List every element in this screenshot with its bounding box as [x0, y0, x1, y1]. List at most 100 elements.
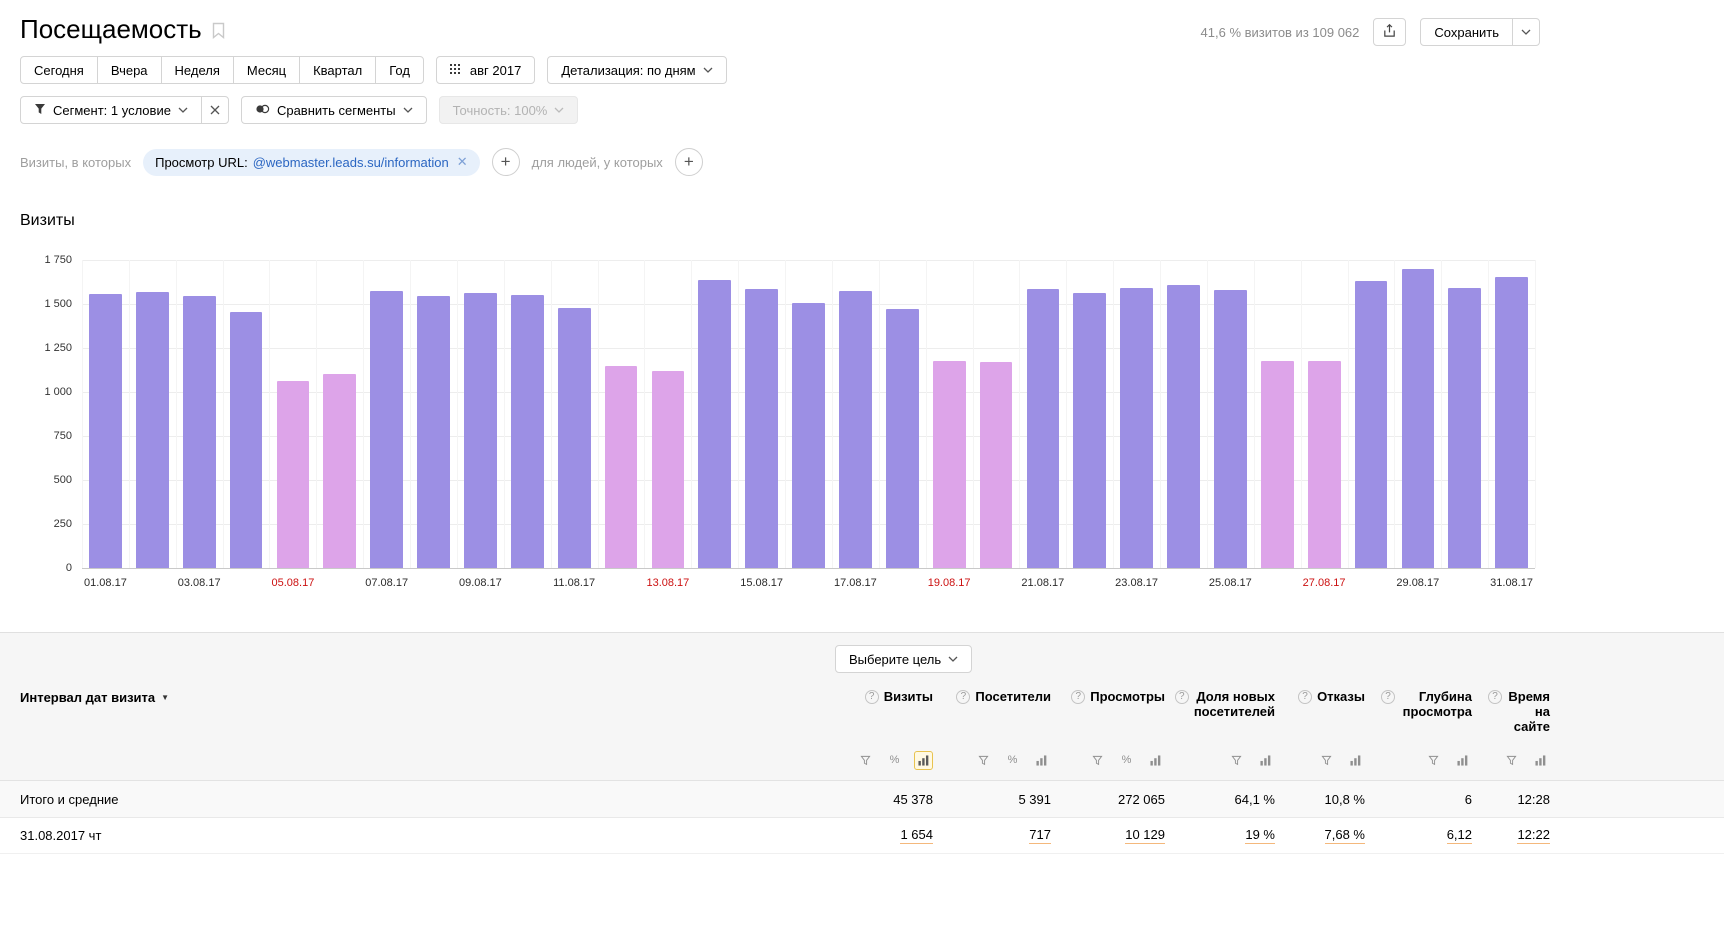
bar-chart-icon[interactable]: [1531, 751, 1550, 770]
metric-value[interactable]: 6,12: [1446, 827, 1472, 844]
filter-icon[interactable]: [1088, 751, 1107, 770]
bar-05.08.17[interactable]: [276, 381, 310, 568]
bar-20.08.17[interactable]: [979, 362, 1013, 568]
column-header-2[interactable]: ? Просмотры: [1063, 685, 1177, 734]
help-icon[interactable]: ?: [1298, 690, 1313, 704]
bar-12.08.17[interactable]: [604, 365, 638, 568]
metric-value[interactable]: 12:22: [1517, 827, 1550, 844]
metric-value[interactable]: 717: [1029, 827, 1051, 844]
funnel-icon: [34, 103, 46, 118]
metric-value: 64,1 %: [1234, 791, 1275, 807]
bar-30.08.17[interactable]: [1448, 288, 1482, 568]
period-button-1[interactable]: Вчера: [96, 56, 162, 84]
save-button[interactable]: Сохранить: [1420, 18, 1513, 46]
bar-29.08.17[interactable]: [1401, 268, 1435, 568]
bar-chart-icon[interactable]: [1346, 751, 1365, 770]
add-visit-condition-button[interactable]: +: [491, 148, 520, 176]
metric-value[interactable]: 1 654: [900, 827, 933, 844]
add-people-condition-button[interactable]: +: [674, 148, 703, 176]
bar-26.08.17[interactable]: [1260, 361, 1294, 568]
bar-25.08.17[interactable]: [1214, 289, 1247, 568]
bar-09.08.17[interactable]: [464, 293, 497, 568]
bar-23.08.17[interactable]: [1120, 288, 1154, 568]
bar-19.08.17[interactable]: [932, 361, 966, 568]
row-header[interactable]: Интервал дат визита ▼: [20, 685, 835, 734]
column-header-1[interactable]: ? Посетители: [945, 685, 1063, 734]
period-button-0[interactable]: Сегодня: [20, 56, 98, 84]
bar-21.08.17[interactable]: [1026, 289, 1060, 568]
filter-icon[interactable]: [1502, 751, 1521, 770]
bar-28.08.17[interactable]: [1354, 281, 1388, 568]
metric-value[interactable]: 19 %: [1245, 827, 1275, 844]
bar-08.08.17[interactable]: [417, 296, 450, 568]
bookmark-icon[interactable]: [212, 22, 225, 39]
bar-chart-icon[interactable]: [1032, 751, 1051, 770]
bar-11.08.17[interactable]: [557, 308, 591, 568]
metric-value[interactable]: 7,68 %: [1324, 827, 1365, 844]
bar-chart-icon[interactable]: [914, 750, 933, 770]
url-filter-chip[interactable]: Просмотр URL: @webmaster.leads.su/inform…: [143, 148, 480, 176]
bar-18.08.17[interactable]: [885, 309, 919, 568]
bar-16.08.17[interactable]: [792, 303, 825, 568]
bar-10.08.17[interactable]: [510, 295, 544, 568]
period-button-3[interactable]: Месяц: [232, 56, 301, 84]
filter-icon[interactable]: [1317, 751, 1336, 770]
filter-icon[interactable]: [1227, 751, 1246, 770]
bar-17.08.17[interactable]: [839, 290, 872, 568]
date-range-button[interactable]: авг 2017: [435, 56, 536, 84]
chevron-down-icon: [178, 107, 188, 113]
help-icon[interactable]: ?: [1071, 690, 1086, 704]
column-header-3[interactable]: ? Доля новых посетителей: [1174, 685, 1287, 734]
segment-clear-button[interactable]: [200, 96, 229, 124]
percent-icon[interactable]: %: [1117, 751, 1136, 770]
bar-03.08.17[interactable]: [182, 296, 216, 568]
period-button-4[interactable]: Квартал: [299, 56, 377, 84]
bar-chart-icon[interactable]: [1256, 751, 1275, 770]
export-button[interactable]: [1373, 18, 1407, 46]
x-axis-label: 13.08.17: [646, 577, 690, 589]
column-header-5[interactable]: ? Глубина просмотра: [1377, 685, 1484, 734]
chip-url[interactable]: @webmaster.leads.su/information: [253, 155, 449, 170]
percent-icon[interactable]: %: [1003, 751, 1022, 770]
detail-button[interactable]: Детализация: по дням: [547, 56, 727, 84]
help-icon[interactable]: ?: [1488, 690, 1502, 704]
segment-button[interactable]: Сегмент: 1 условие: [20, 96, 202, 124]
help-icon[interactable]: ?: [956, 690, 971, 704]
help-icon[interactable]: ?: [864, 690, 879, 704]
chevron-down-icon: [1521, 29, 1531, 35]
bar-04.08.17[interactable]: [229, 311, 263, 568]
filter-icon[interactable]: [974, 751, 993, 770]
bar-07.08.17[interactable]: [370, 290, 404, 568]
choose-goal-button[interactable]: Выберите цель: [835, 645, 973, 673]
column-header-6[interactable]: ? Время на сайте: [1484, 685, 1562, 734]
bar-chart-icon[interactable]: [1146, 751, 1165, 770]
bar-31.08.17[interactable]: [1495, 276, 1529, 568]
column-header-4[interactable]: ? Отказы: [1287, 685, 1377, 734]
period-button-5[interactable]: Год: [375, 56, 424, 84]
bar-22.08.17[interactable]: [1073, 292, 1107, 568]
column-header-0[interactable]: ? Визиты: [835, 685, 945, 734]
help-icon[interactable]: ?: [1174, 690, 1189, 704]
bar-02.08.17[interactable]: [135, 291, 169, 568]
save-dropdown-button[interactable]: [1512, 18, 1540, 46]
bar-14.08.17[interactable]: [698, 280, 732, 568]
metric-value[interactable]: 10 129: [1125, 827, 1165, 844]
compare-segments-button[interactable]: Сравнить сегменты: [240, 96, 427, 124]
y-axis-label: 1 750: [44, 254, 72, 266]
help-icon[interactable]: ?: [1381, 690, 1395, 704]
filter-icon[interactable]: [856, 751, 875, 770]
filter-icon[interactable]: [1424, 751, 1443, 770]
period-button-2[interactable]: Неделя: [160, 56, 234, 84]
bar-13.08.17[interactable]: [651, 370, 685, 568]
percent-icon[interactable]: %: [885, 751, 904, 770]
x-axis-label: 29.08.17: [1396, 577, 1440, 589]
row-label[interactable]: 31.08.2017 чт: [20, 828, 835, 843]
bar-15.08.17[interactable]: [745, 289, 779, 568]
bar-01.08.17[interactable]: [89, 294, 122, 568]
bar-27.08.17[interactable]: [1307, 361, 1341, 568]
bar-06.08.17[interactable]: [323, 374, 357, 568]
bar-chart-icon[interactable]: [1453, 751, 1472, 770]
accuracy-button[interactable]: Точность: 100%: [438, 96, 579, 124]
bar-24.08.17[interactable]: [1167, 284, 1200, 568]
chip-remove-icon[interactable]: ✕: [457, 154, 468, 170]
